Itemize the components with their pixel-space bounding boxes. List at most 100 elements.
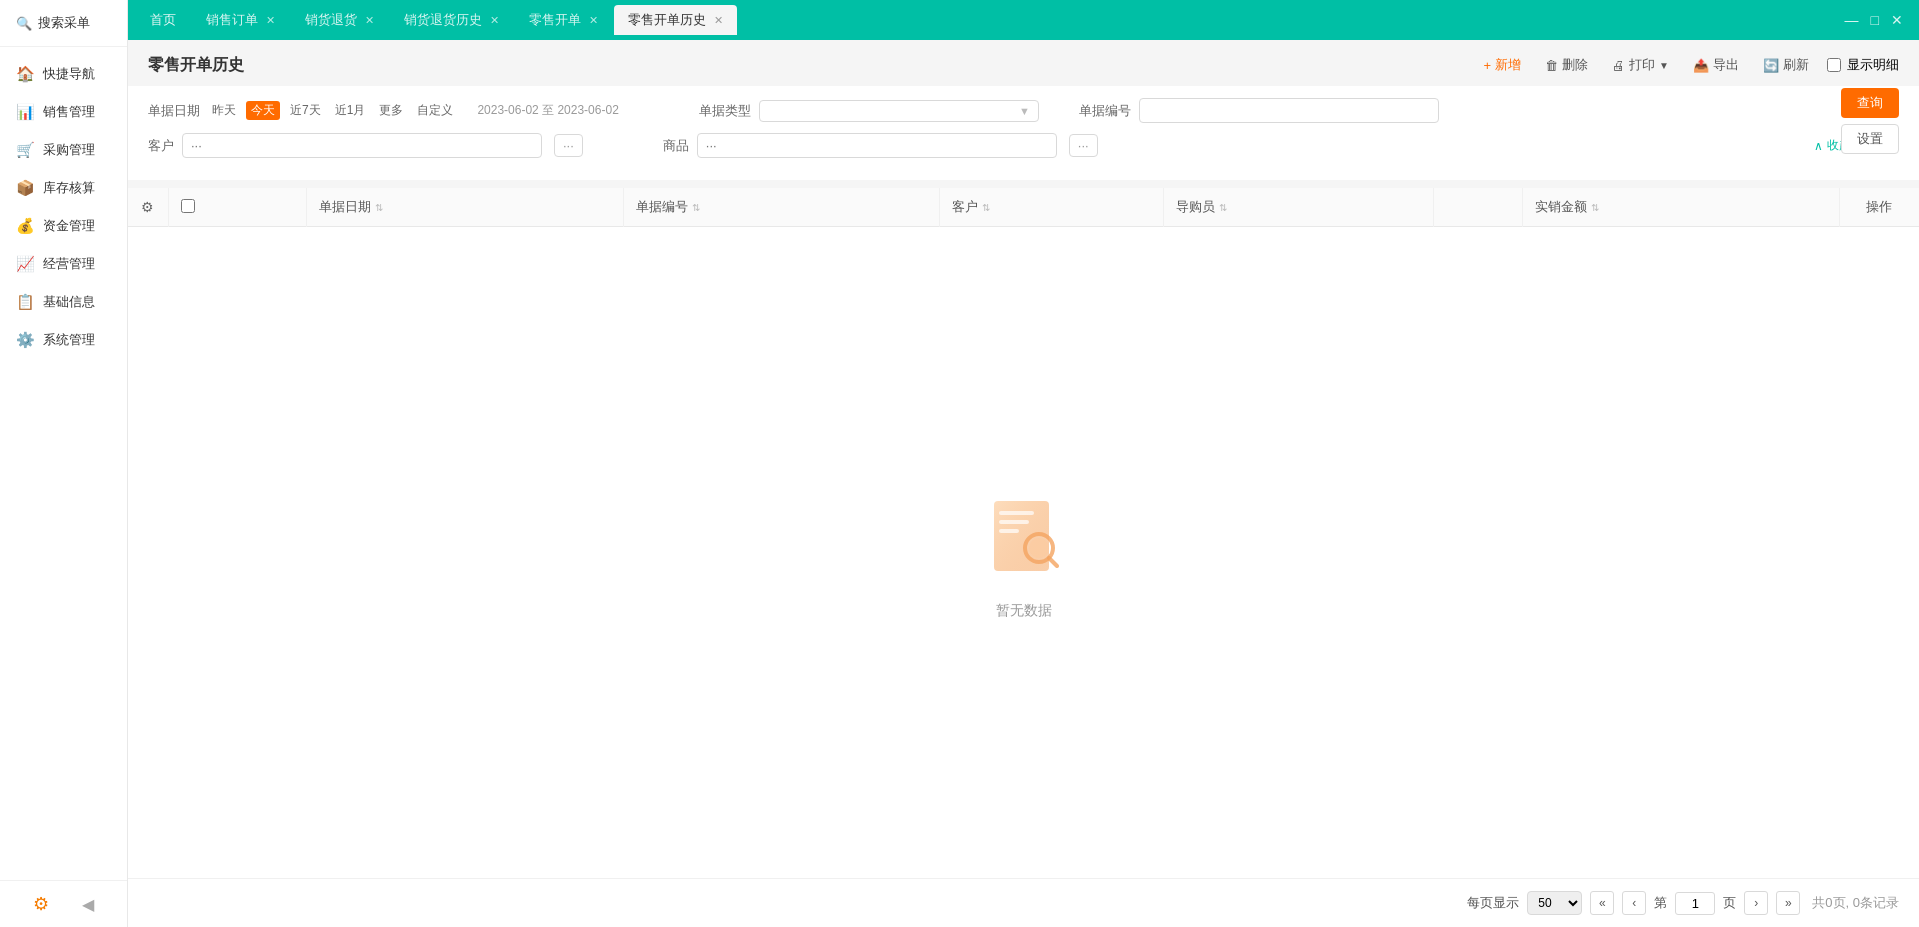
total-info: 共0页, 0条记录 — [1812, 894, 1899, 912]
svg-rect-3 — [999, 529, 1019, 533]
gear-icon: ⚙️ — [16, 331, 35, 349]
last7days-shortcut[interactable]: 近7天 — [286, 101, 325, 120]
type-filter-label: 单据类型 — [699, 102, 751, 120]
close-button[interactable]: ✕ — [1891, 12, 1903, 28]
sort-icon-number: ⇅ — [692, 202, 700, 213]
tab-home[interactable]: 首页 — [136, 5, 190, 35]
content-area: 零售开单历史 + 新增 🗑 删除 🖨 打印 ▼ 📤 导出 — [128, 40, 1919, 927]
refresh-button[interactable]: 🔄 刷新 — [1757, 52, 1815, 78]
sidebar-item-inventory[interactable]: 📦 库存核算 — [0, 169, 127, 207]
th-number-label: 单据编号 — [636, 198, 688, 216]
export-icon: 📤 — [1693, 58, 1709, 73]
money-icon: 💰 — [16, 217, 35, 235]
tab-close-icon[interactable]: ✕ — [365, 14, 374, 27]
tab-home-label: 首页 — [150, 12, 176, 27]
customer-ellipsis-button[interactable]: ··· — [554, 134, 583, 157]
last-page-button[interactable]: » — [1776, 891, 1800, 915]
settings-footer-icon[interactable]: ⚙ — [33, 893, 49, 915]
collapse-sidebar-icon[interactable]: ◀ — [82, 895, 94, 914]
first-page-button[interactable]: « — [1590, 891, 1614, 915]
sidebar-item-label: 基础信息 — [43, 293, 95, 311]
custom-shortcut[interactable]: 自定义 — [413, 101, 457, 120]
th-number[interactable]: 单据编号 ⇅ — [623, 188, 939, 227]
info-icon: 📋 — [16, 293, 35, 311]
th-guide[interactable]: 导购员 ⇅ — [1163, 188, 1433, 227]
number-filter: 单据编号 — [1079, 98, 1439, 123]
goods-input[interactable] — [697, 133, 1057, 158]
box-icon: 📦 — [16, 179, 35, 197]
tab-sales-return[interactable]: 销货退货 ✕ — [291, 5, 388, 35]
sidebar-item-purchase-mgmt[interactable]: 🛒 采购管理 — [0, 131, 127, 169]
page-number-input[interactable] — [1675, 892, 1715, 915]
sidebar-item-operations[interactable]: 📈 经营管理 — [0, 245, 127, 283]
type-select[interactable]: ▼ — [759, 100, 1039, 122]
operations-icon: 📈 — [16, 255, 35, 273]
th-checkbox — [168, 188, 307, 227]
add-button[interactable]: + 新增 — [1478, 52, 1528, 78]
th-customer-label: 客户 — [952, 198, 978, 216]
tab-label: 零售开单 — [529, 11, 581, 29]
tab-close-icon[interactable]: ✕ — [714, 14, 723, 27]
tab-retail-open-history[interactable]: 零售开单历史 ✕ — [614, 5, 737, 35]
th-guide-label: 导购员 — [1176, 198, 1215, 216]
last1month-shortcut[interactable]: 近1月 — [331, 101, 370, 120]
tab-sales-order[interactable]: 销售订单 ✕ — [192, 5, 289, 35]
delete-button[interactable]: 🗑 删除 — [1539, 52, 1594, 78]
table-header-row: ⚙ 单据日期 ⇅ 单据编号 — [128, 188, 1919, 227]
page-header: 零售开单历史 + 新增 🗑 删除 🖨 打印 ▼ 📤 导出 — [128, 40, 1919, 86]
print-dropdown-icon: ▼ — [1659, 60, 1669, 71]
sidebar-item-quick-nav[interactable]: 🏠 快捷导航 — [0, 55, 127, 93]
print-button[interactable]: 🖨 打印 ▼ — [1606, 52, 1675, 78]
today-shortcut[interactable]: 今天 — [246, 101, 280, 120]
yesterday-shortcut[interactable]: 昨天 — [208, 101, 240, 120]
query-button[interactable]: 查询 — [1841, 88, 1899, 118]
th-actions: 操作 — [1839, 188, 1919, 227]
th-date-label: 单据日期 — [319, 198, 371, 216]
pagination: 每页显示 50 10 20 100 « ‹ 第 页 › » 共0页, 0条记录 — [128, 878, 1919, 927]
th-amount[interactable]: 实销金额 ⇅ — [1523, 188, 1839, 227]
page-word: 第 — [1654, 894, 1667, 912]
sidebar-item-label: 系统管理 — [43, 331, 95, 349]
sidebar-item-sales-mgmt[interactable]: 📊 销售管理 — [0, 93, 127, 131]
delete-label: 删除 — [1562, 56, 1588, 74]
th-actions-label: 操作 — [1866, 199, 1892, 214]
next-page-button[interactable]: › — [1744, 891, 1768, 915]
sort-icon-customer: ⇅ — [982, 202, 990, 213]
prev-page-button[interactable]: ‹ — [1622, 891, 1646, 915]
th-customer[interactable]: 客户 ⇅ — [940, 188, 1164, 227]
display-detail-checkbox[interactable] — [1827, 58, 1841, 72]
display-detail-toggle[interactable]: 显示明细 — [1827, 56, 1899, 74]
more-shortcut[interactable]: 更多 — [375, 101, 407, 120]
goods-filter: 商品 ··· — [663, 133, 1098, 158]
date-filter-label: 单据日期 — [148, 102, 200, 120]
tabs-bar: 首页 销售订单 ✕ 销货退货 ✕ 销货退货历史 ✕ 零售开单 ✕ 零售开单历史 … — [128, 0, 1919, 40]
sidebar-nav: 🏠 快捷导航 📊 销售管理 🛒 采购管理 📦 库存核算 💰 资金管理 📈 经营管… — [0, 47, 127, 880]
search-menu-item[interactable]: 🔍 搜索采单 — [0, 0, 127, 47]
display-detail-label: 显示明细 — [1847, 56, 1899, 74]
collapse-icon: ∧ — [1814, 139, 1823, 153]
per-page-select[interactable]: 50 10 20 100 — [1527, 891, 1582, 915]
settings-button[interactable]: 设置 — [1841, 124, 1899, 154]
th-date[interactable]: 单据日期 ⇅ — [307, 188, 623, 227]
customer-input[interactable] — [182, 133, 542, 158]
sidebar-item-finance[interactable]: 💰 资金管理 — [0, 207, 127, 245]
export-button[interactable]: 📤 导出 — [1687, 52, 1745, 78]
customer-filter: 客户 ··· — [148, 133, 583, 158]
table-settings-icon[interactable]: ⚙ — [141, 199, 154, 215]
sidebar-item-basic-info[interactable]: 📋 基础信息 — [0, 283, 127, 321]
tab-retail-open[interactable]: 零售开单 ✕ — [515, 5, 612, 35]
number-input[interactable] — [1139, 98, 1439, 123]
empty-illustration — [974, 486, 1074, 586]
tab-sales-return-history[interactable]: 销货退货历史 ✕ — [390, 5, 513, 35]
tab-label: 销货退货 — [305, 11, 357, 29]
tab-close-icon[interactable]: ✕ — [490, 14, 499, 27]
tab-close-icon[interactable]: ✕ — [589, 14, 598, 27]
tab-close-icon[interactable]: ✕ — [266, 14, 275, 27]
tab-label: 销售订单 — [206, 11, 258, 29]
page-title: 零售开单历史 — [148, 55, 244, 76]
select-all-checkbox[interactable] — [181, 199, 195, 213]
maximize-button[interactable]: □ — [1871, 12, 1879, 28]
minimize-button[interactable]: — — [1845, 12, 1859, 28]
sidebar-item-system-mgmt[interactable]: ⚙️ 系统管理 — [0, 321, 127, 359]
goods-ellipsis-button[interactable]: ··· — [1069, 134, 1098, 157]
